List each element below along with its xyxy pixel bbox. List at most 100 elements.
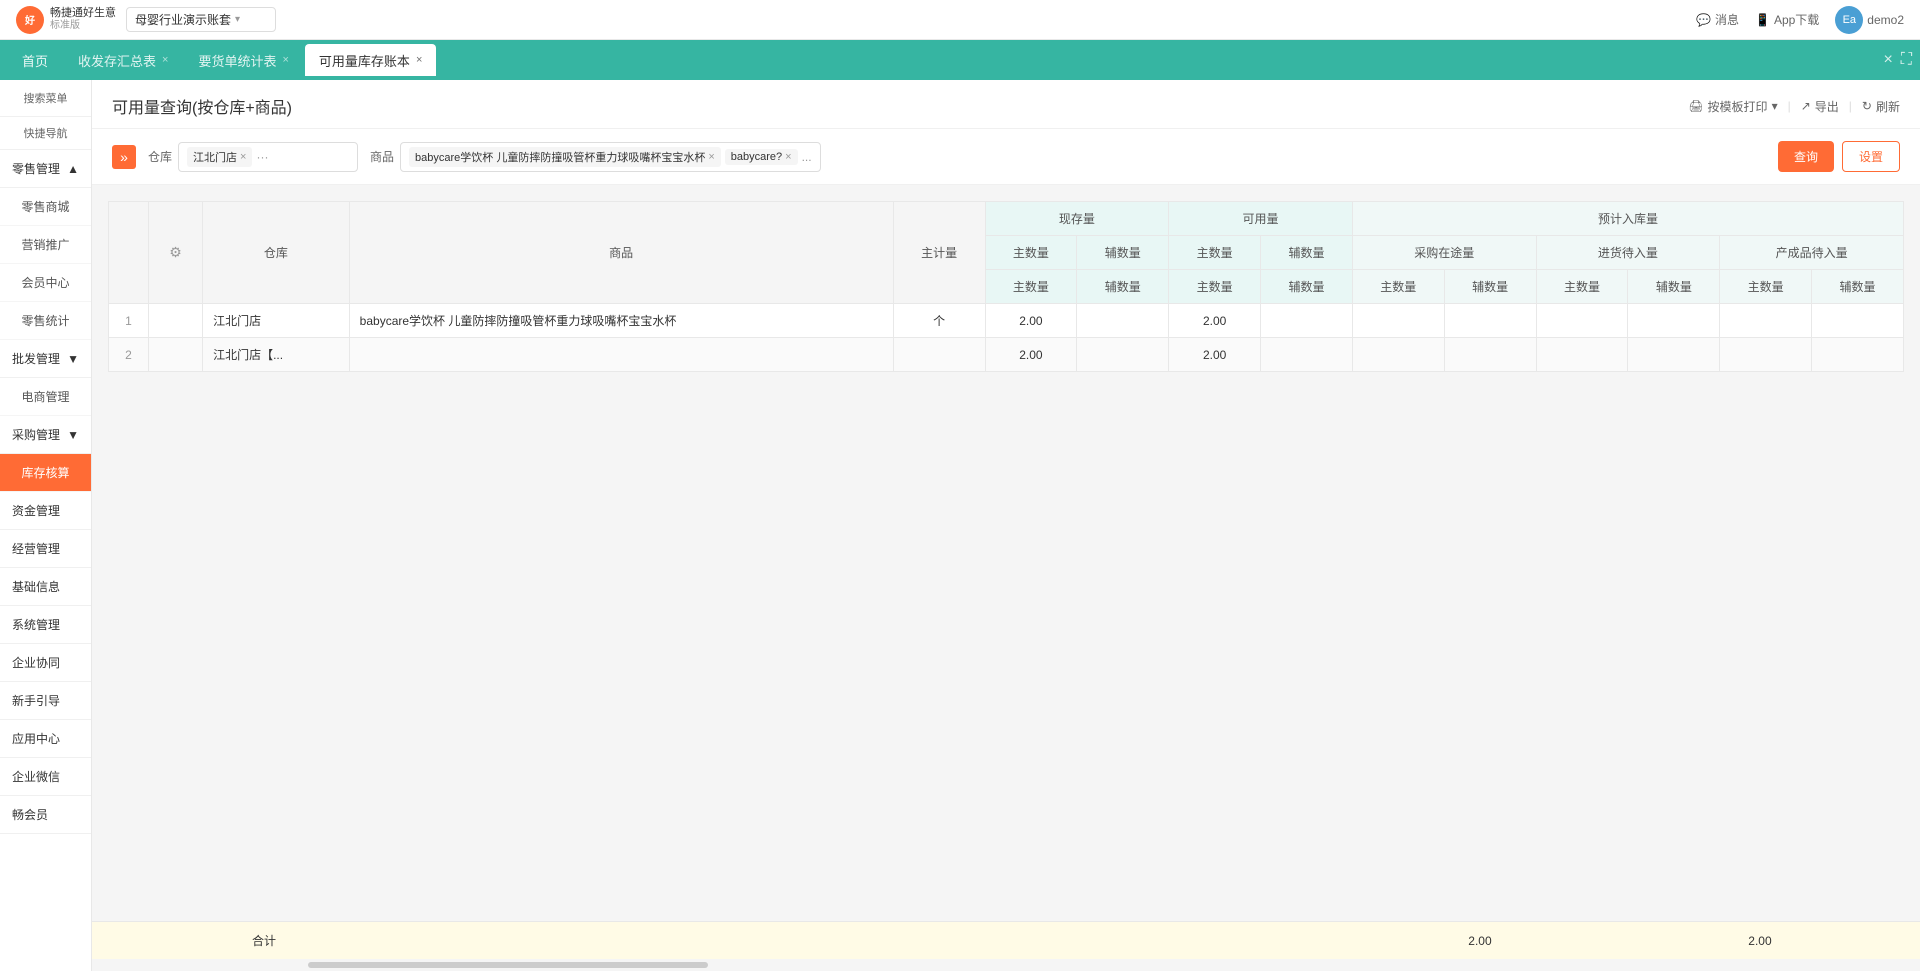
row-pt-main-1 bbox=[1352, 304, 1444, 338]
tab-recv-send[interactable]: 收发存汇总表 × bbox=[64, 44, 182, 76]
search-menu-item[interactable]: 搜索菜单 bbox=[0, 80, 91, 117]
row-gear-2 bbox=[149, 338, 203, 372]
sidebar-item-appcenter[interactable]: 应用中心 bbox=[0, 720, 91, 758]
chevron-up-icon: ▲ bbox=[67, 162, 79, 176]
product-tag-1: babycare学饮杯 儿童防摔防撞吸管杯重力球吸嘴杯宝宝水杯 × bbox=[409, 147, 721, 167]
divider2: | bbox=[1849, 99, 1852, 113]
app-download-button[interactable]: 📱 App下载 bbox=[1755, 11, 1819, 28]
col-pt-main: 主数量 bbox=[1352, 270, 1444, 304]
row-pt-sub-2 bbox=[1444, 338, 1536, 372]
sidebar-item-wecom[interactable]: 企业微信 bbox=[0, 758, 91, 796]
warehouse-input[interactable]: 江北门店 × ··· bbox=[178, 142, 358, 172]
message-button[interactable]: 💬 消息 bbox=[1696, 11, 1739, 28]
tab-available-stock[interactable]: 可用量库存账本 × bbox=[305, 44, 436, 76]
row-warehouse-1: 江北门店 bbox=[203, 304, 350, 338]
row-unit-2 bbox=[893, 338, 985, 372]
row-avail-sub-2 bbox=[1261, 338, 1353, 372]
sidebar-item-inventory[interactable]: 库存核算 bbox=[0, 454, 91, 492]
col-stock-main: 主数量 bbox=[985, 236, 1077, 270]
col-avail-main2: 主数量 bbox=[1169, 270, 1261, 304]
row-product-1: babycare学饮杯 儿童防摔防撞吸管杯重力球吸嘴杯宝宝水杯 bbox=[349, 304, 893, 338]
row-unit-1: 个 bbox=[893, 304, 985, 338]
sidebar-group-retail: 零售管理 ▲ 零售商城 营销推广 会员中心 零售统计 bbox=[0, 150, 91, 340]
table-row: 2 江北门店【... 2.00 2.00 bbox=[109, 338, 1904, 372]
product-tag-2: babycare? × bbox=[725, 149, 798, 165]
col-prod-sub: 辅数量 bbox=[1812, 270, 1904, 304]
sidebar-item-retail-stats[interactable]: 零售统计 bbox=[0, 302, 91, 340]
chevron-down-icon: ▼ bbox=[67, 428, 79, 442]
print-icon: 🖨 bbox=[1688, 99, 1703, 113]
top-bar-left: 好 畅捷通好生意 标准版 母婴行业演示账套 ▾ bbox=[16, 6, 276, 34]
setting-button[interactable]: 设置 bbox=[1842, 141, 1900, 172]
query-button[interactable]: 查询 bbox=[1778, 141, 1834, 172]
sidebar-group-retail-header[interactable]: 零售管理 ▲ bbox=[0, 150, 91, 188]
sidebar-item-ecommerce[interactable]: 电商管理 bbox=[0, 378, 91, 416]
nav-tabs: 首页 收发存汇总表 × 要货单统计表 × 可用量库存账本 × × ⛶ bbox=[0, 40, 1920, 80]
sidebar-group-wholesale: 批发管理 ▼ 电商管理 bbox=[0, 340, 91, 416]
footer-total-label: 合计 bbox=[112, 932, 276, 949]
remove-product-tag-1[interactable]: × bbox=[708, 151, 714, 163]
chevron-down-icon: ▾ bbox=[235, 14, 240, 25]
row-no-1: 1 bbox=[109, 304, 149, 338]
close-tab-recv-send[interactable]: × bbox=[162, 54, 168, 66]
remove-warehouse-tag[interactable]: × bbox=[240, 151, 246, 163]
col-avail-sub: 辅数量 bbox=[1261, 236, 1353, 270]
user-profile[interactable]: Ea demo2 bbox=[1835, 6, 1904, 34]
sidebar-group-wholesale-header[interactable]: 批发管理 ▼ bbox=[0, 340, 91, 378]
sidebar-item-operations[interactable]: 经营管理 bbox=[0, 530, 91, 568]
sidebar-item-finance[interactable]: 资金管理 bbox=[0, 492, 91, 530]
logo-icon: 好 bbox=[16, 6, 44, 34]
sidebar-item-marketing[interactable]: 营销推广 bbox=[0, 226, 91, 264]
export-button[interactable]: ↗ 导出 bbox=[1801, 98, 1839, 115]
sidebar-item-purchase[interactable]: 采购管理 ▼ bbox=[0, 416, 91, 454]
close-all-tabs-button[interactable]: × bbox=[1883, 51, 1892, 69]
col-prod-pending: 产成品待入量 bbox=[1720, 236, 1904, 270]
tab-home[interactable]: 首页 bbox=[8, 44, 62, 76]
product-input[interactable]: babycare学饮杯 儿童防摔防撞吸管杯重力球吸嘴杯宝宝水杯 × babyca… bbox=[400, 142, 821, 172]
sidebar-item-newbie[interactable]: 新手引导 bbox=[0, 682, 91, 720]
warehouse-filter: 仓库 江北门店 × ··· bbox=[148, 142, 358, 172]
nav-controls: × ⛶ bbox=[1883, 51, 1912, 69]
tab-order-stats[interactable]: 要货单统计表 × bbox=[184, 44, 302, 76]
page-header: 可用量查询(按仓库+商品) 🖨 按模板打印 ▾ | ↗ 导出 | ↻ 刷新 bbox=[92, 80, 1920, 129]
sidebar-item-retail-mall[interactable]: 零售商城 bbox=[0, 188, 91, 226]
sidebar: 搜索菜单 快捷导航 零售管理 ▲ 零售商城 营销推广 会员中心 零售统计 批发管… bbox=[0, 80, 92, 971]
row-pp-sub-2 bbox=[1628, 338, 1720, 372]
close-tab-available-stock[interactable]: × bbox=[416, 54, 422, 66]
page-actions: 🖨 按模板打印 ▾ | ↗ 导出 | ↻ 刷新 bbox=[1688, 98, 1900, 115]
main-layout: 搜索菜单 快捷导航 零售管理 ▲ 零售商城 营销推广 会员中心 零售统计 批发管… bbox=[0, 80, 1920, 971]
sidebar-item-system[interactable]: 系统管理 bbox=[0, 606, 91, 644]
remove-product-tag-2[interactable]: × bbox=[785, 151, 791, 163]
col-pur-transit: 采购在途量 bbox=[1352, 236, 1536, 270]
sidebar-item-member[interactable]: 畅会员 bbox=[0, 796, 91, 834]
print-button[interactable]: 🖨 按模板打印 ▾ bbox=[1688, 98, 1777, 115]
close-tab-order-stats[interactable]: × bbox=[282, 54, 288, 66]
row-pp-sub-1 bbox=[1628, 304, 1720, 338]
org-selector[interactable]: 母婴行业演示账套 ▾ bbox=[126, 7, 276, 32]
product-filter: 商品 babycare学饮杯 儿童防摔防撞吸管杯重力球吸嘴杯宝宝水杯 × bab… bbox=[370, 142, 821, 172]
filter-bar: » 仓库 江北门店 × ··· 商品 babycare学饮杯 儿童防摔防撞吸管杯… bbox=[92, 129, 1920, 185]
row-no-2: 2 bbox=[109, 338, 149, 372]
row-pp-main-2 bbox=[1536, 338, 1628, 372]
expand-window-button[interactable]: ⛶ bbox=[1901, 51, 1912, 69]
col-stock-sub: 辅数量 bbox=[1077, 236, 1169, 270]
col-gear[interactable]: ⚙ bbox=[149, 202, 203, 304]
sidebar-item-members[interactable]: 会员中心 bbox=[0, 264, 91, 302]
sidebar-item-enterprise[interactable]: 企业协同 bbox=[0, 644, 91, 682]
sidebar-item-base[interactable]: 基础信息 bbox=[0, 568, 91, 606]
data-table: ⚙ 仓库 商品 主计量 现存量 可用量 预计入库量 主数量 辅数量 主数量 辅数… bbox=[108, 201, 1904, 372]
horizontal-scrollbar[interactable] bbox=[308, 962, 708, 968]
scroll-area bbox=[92, 959, 1920, 971]
logo-area: 好 畅捷通好生意 标准版 bbox=[16, 6, 116, 34]
quick-nav-item[interactable]: 快捷导航 bbox=[0, 117, 91, 150]
col-stock-main2: 主数量 bbox=[985, 270, 1077, 304]
col-rowno bbox=[109, 202, 149, 304]
refresh-button[interactable]: ↻ 刷新 bbox=[1862, 98, 1900, 115]
filter-expand-button[interactable]: » bbox=[112, 145, 136, 169]
footer-stock-main: 2.00 bbox=[1400, 934, 1560, 948]
row-pt-main-2 bbox=[1352, 338, 1444, 372]
top-bar: 好 畅捷通好生意 标准版 母婴行业演示账套 ▾ 💬 消息 📱 App下载 Ea … bbox=[0, 0, 1920, 40]
row-pp-main-1 bbox=[1536, 304, 1628, 338]
col-pt-sub: 辅数量 bbox=[1444, 270, 1536, 304]
row-prod-main-1 bbox=[1720, 304, 1812, 338]
